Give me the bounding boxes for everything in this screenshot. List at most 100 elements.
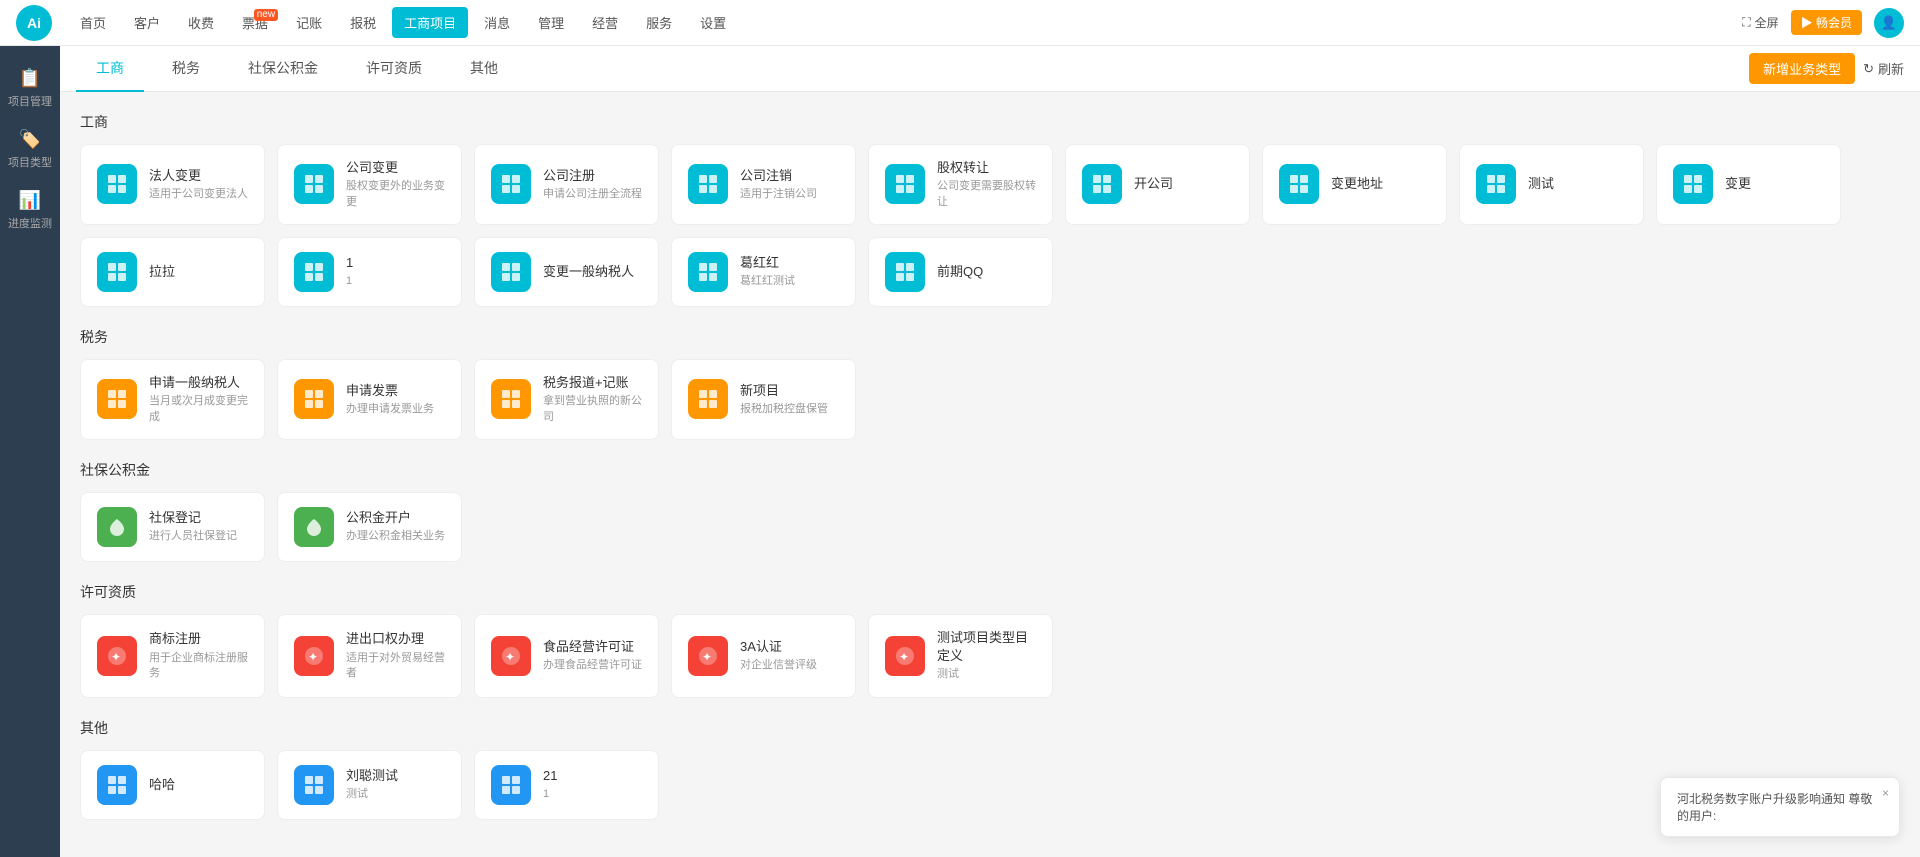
card-icon: ✦ bbox=[688, 636, 728, 676]
main-content: 工商税务社保公积金许可资质其他 新增业务类型 ↻ 刷新 工商 法人变更 适用于公… bbox=[60, 46, 1920, 857]
card-item[interactable]: 股权转让 公司变更需要股权转让 bbox=[868, 144, 1053, 225]
card-item[interactable]: 公积金开户 办理公积金相关业务 bbox=[277, 492, 462, 562]
svg-text:✦: ✦ bbox=[308, 650, 318, 664]
section-title: 其他 bbox=[80, 718, 1900, 738]
sidebar-item-label: 进度监测 bbox=[8, 215, 52, 231]
card-item[interactable]: 变更地址 bbox=[1262, 144, 1447, 225]
card-desc: 测试 bbox=[937, 667, 1036, 682]
card-desc: 适用于公司变更法人 bbox=[149, 187, 248, 202]
svg-text:✦: ✦ bbox=[702, 650, 712, 664]
card-text: 变更 bbox=[1725, 175, 1751, 193]
nav-item-首页[interactable]: 首页 bbox=[68, 7, 118, 38]
card-icon bbox=[97, 252, 137, 292]
card-item[interactable]: 社保登记 进行人员社保登记 bbox=[80, 492, 265, 562]
card-item[interactable]: 申请发票 办理申请发票业务 bbox=[277, 359, 462, 440]
card-name: 变更地址 bbox=[1331, 175, 1383, 193]
card-icon bbox=[1476, 164, 1516, 204]
nav-item-票据[interactable]: 票据new bbox=[230, 7, 280, 38]
tab-税务[interactable]: 税务 bbox=[152, 46, 220, 92]
tab-许可资质[interactable]: 许可资质 bbox=[346, 46, 442, 92]
card-item[interactable]: 法人变更 适用于公司变更法人 bbox=[80, 144, 265, 225]
svg-text:✦: ✦ bbox=[899, 650, 909, 664]
card-item[interactable]: ✦ 商标注册 用于企业商标注册服务 bbox=[80, 614, 265, 698]
card-icon bbox=[688, 379, 728, 419]
section-title: 许可资质 bbox=[80, 582, 1900, 602]
nav-item-客户[interactable]: 客户 bbox=[122, 7, 172, 38]
card-icon bbox=[97, 164, 137, 204]
card-item[interactable]: 前期QQ bbox=[868, 237, 1053, 307]
card-item[interactable]: 拉拉 bbox=[80, 237, 265, 307]
nav-item-服务[interactable]: 服务 bbox=[634, 7, 684, 38]
card-name: 社保登记 bbox=[149, 509, 237, 527]
card-text: 公司注册 申请公司注册全流程 bbox=[543, 167, 642, 203]
card-item[interactable]: 变更 bbox=[1656, 144, 1841, 225]
refresh-button[interactable]: ↻ 刷新 bbox=[1863, 59, 1904, 78]
add-type-button[interactable]: 新增业务类型 bbox=[1749, 53, 1855, 84]
card-name: 公积金开户 bbox=[346, 509, 445, 527]
card-item[interactable]: 变更一般纳税人 bbox=[474, 237, 659, 307]
sidebar-item-项目类型[interactable]: 🏷️ 项目类型 bbox=[0, 119, 60, 180]
sidebar-item-项目管理[interactable]: 📋 项目管理 bbox=[0, 58, 60, 119]
nav-item-经营[interactable]: 经营 bbox=[580, 7, 630, 38]
card-item[interactable]: 申请一般纳税人 当月或次月成变更完成 bbox=[80, 359, 265, 440]
card-name: 申请一般纳税人 bbox=[149, 374, 248, 392]
card-item[interactable]: 葛红红 葛红红测试 bbox=[671, 237, 856, 307]
card-item[interactable]: ✦ 进出口权办理 适用于对外贸易经营者 bbox=[277, 614, 462, 698]
nav-item-记账[interactable]: 记账 bbox=[284, 7, 334, 38]
card-item[interactable]: 1 1 bbox=[277, 237, 462, 307]
card-icon bbox=[491, 379, 531, 419]
card-text: 变更一般纳税人 bbox=[543, 263, 634, 281]
card-name: 21 bbox=[543, 767, 557, 785]
notification-close-button[interactable]: × bbox=[1882, 786, 1889, 800]
avatar[interactable]: 👤 bbox=[1874, 8, 1904, 38]
card-text: 股权转让 公司变更需要股权转让 bbox=[937, 159, 1036, 210]
nav-item-设置[interactable]: 设置 bbox=[688, 7, 738, 38]
tabs-bar: 工商税务社保公积金许可资质其他 新增业务类型 ↻ 刷新 bbox=[60, 46, 1920, 92]
card-desc: 办理公积金相关业务 bbox=[346, 529, 445, 544]
card-item[interactable]: 新项目 报税加税控盘保管 bbox=[671, 359, 856, 440]
nav-item-收费[interactable]: 收费 bbox=[176, 7, 226, 38]
card-item[interactable]: 公司变更 股权变更外的业务变更 bbox=[277, 144, 462, 225]
card-name: 税务报道+记账 bbox=[543, 374, 642, 392]
card-desc: 当月或次月成变更完成 bbox=[149, 394, 248, 425]
card-text: 开公司 bbox=[1134, 175, 1173, 193]
tab-社保公积金[interactable]: 社保公积金 bbox=[228, 46, 338, 92]
card-desc: 申请公司注册全流程 bbox=[543, 187, 642, 202]
card-item[interactable]: ✦ 食品经营许可证 办理食品经营许可证 bbox=[474, 614, 659, 698]
fullscreen-icon: ⛶ bbox=[1742, 15, 1750, 30]
card-item[interactable]: 21 1 bbox=[474, 750, 659, 820]
card-item[interactable]: 刘聪测试 测试 bbox=[277, 750, 462, 820]
nav-item-消息[interactable]: 消息 bbox=[472, 7, 522, 38]
card-item[interactable]: 哈哈 bbox=[80, 750, 265, 820]
card-desc: 1 bbox=[346, 274, 353, 289]
card-name: 新项目 bbox=[740, 382, 828, 400]
card-desc: 用于企业商标注册服务 bbox=[149, 651, 248, 682]
card-item[interactable]: 税务报道+记账 拿到营业执照的新公司 bbox=[474, 359, 659, 440]
card-name: 3A认证 bbox=[740, 638, 817, 656]
card-item[interactable]: 公司注销 适用于注销公司 bbox=[671, 144, 856, 225]
card-item[interactable]: ✦ 3A认证 对企业信誉评级 bbox=[671, 614, 856, 698]
card-icon bbox=[294, 765, 334, 805]
card-text: 公司变更 股权变更外的业务变更 bbox=[346, 159, 445, 210]
card-text: 申请一般纳税人 当月或次月成变更完成 bbox=[149, 374, 248, 425]
card-icon bbox=[294, 507, 334, 547]
card-item[interactable]: ✦ 测试项目类型目定义 测试 bbox=[868, 614, 1053, 698]
card-item[interactable]: 测试 bbox=[1459, 144, 1644, 225]
card-item[interactable]: 公司注册 申请公司注册全流程 bbox=[474, 144, 659, 225]
fullscreen-btn[interactable]: ⛶ 全屏 bbox=[1742, 14, 1778, 31]
sidebar-icon: 📋 bbox=[19, 68, 41, 89]
card-text: 3A认证 对企业信誉评级 bbox=[740, 638, 817, 674]
nav-item-工商项目[interactable]: 工商项目 bbox=[392, 7, 468, 38]
nav-item-管理[interactable]: 管理 bbox=[526, 7, 576, 38]
tab-工商[interactable]: 工商 bbox=[76, 46, 144, 92]
sidebar-item-进度监测[interactable]: 📊 进度监测 bbox=[0, 180, 60, 241]
tab-其他[interactable]: 其他 bbox=[450, 46, 518, 92]
card-item[interactable]: 开公司 bbox=[1065, 144, 1250, 225]
vip-button[interactable]: ▶ 畅会员 bbox=[1791, 10, 1862, 35]
card-desc: 拿到营业执照的新公司 bbox=[543, 394, 642, 425]
card-icon bbox=[491, 252, 531, 292]
card-name: 公司注销 bbox=[740, 167, 817, 185]
card-desc: 报税加税控盘保管 bbox=[740, 402, 828, 417]
nav-item-报税[interactable]: 报税 bbox=[338, 7, 388, 38]
sidebar-icon: 📊 bbox=[19, 190, 41, 211]
